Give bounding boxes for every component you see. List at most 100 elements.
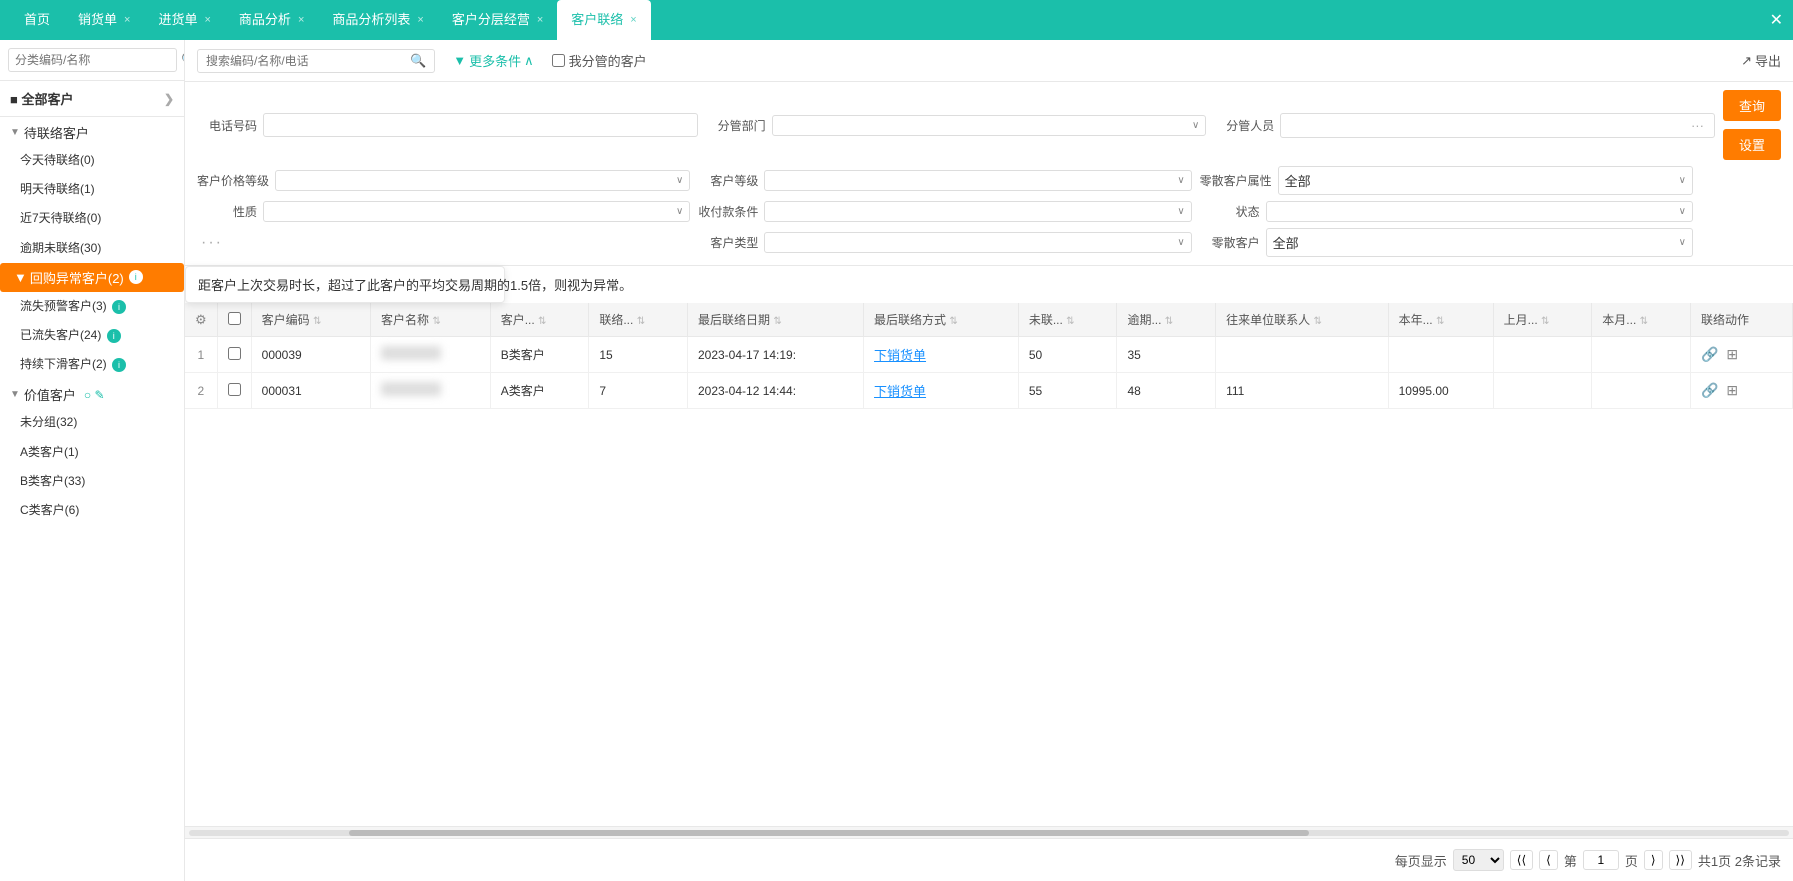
- customer-table-area[interactable]: ⚙ 客户编码 ⇅ 客户名称 ⇅ 客户... ⇅ 联络... ⇅ 最后联络日期 ⇅…: [185, 303, 1793, 826]
- sidebar-item-class-b[interactable]: B类客户(33): [0, 467, 184, 496]
- scrollbar-thumb[interactable]: [349, 830, 1309, 836]
- action-grid-icon-2[interactable]: ⊞: [1726, 382, 1738, 399]
- prev-page-button[interactable]: ⟨: [1539, 850, 1558, 870]
- anomaly-tooltip: 距客户上次交易时长，超过了此客户的平均交易周期的1.5倍，则视为异常。: [185, 266, 505, 303]
- department-select[interactable]: ∨: [772, 115, 1207, 136]
- col-customer-name[interactable]: 客户名称 ⇅: [370, 303, 490, 337]
- nav-home[interactable]: 首页: [10, 0, 64, 40]
- declining-info-icon[interactable]: i: [112, 358, 126, 372]
- sidebar-search-input[interactable]: [8, 48, 177, 72]
- nav-customer-contact[interactable]: 客户联络 ×: [557, 0, 650, 40]
- col-settings[interactable]: ⚙: [185, 303, 217, 337]
- close-customer-contact-tab[interactable]: ×: [630, 0, 636, 40]
- scattered-attr-select[interactable]: 全部 ∨: [1278, 166, 1693, 195]
- per-page-select[interactable]: 50 100 200: [1453, 849, 1504, 871]
- row-actions-2: 🔗 ⊞: [1690, 373, 1792, 409]
- close-product-analysis-list-tab[interactable]: ×: [417, 0, 423, 40]
- col-this-month[interactable]: 本月... ⇅: [1592, 303, 1691, 337]
- table-settings-icon[interactable]: ⚙: [195, 312, 207, 327]
- last-page-button[interactable]: ⟩⟩: [1669, 850, 1692, 870]
- sidebar-search-area: 🔍: [0, 40, 184, 81]
- nature-select[interactable]: ∨: [263, 201, 690, 222]
- page-number-input[interactable]: [1583, 850, 1619, 870]
- settings-button[interactable]: 设置: [1723, 129, 1781, 160]
- col-contact-count[interactable]: 联络... ⇅: [589, 303, 688, 337]
- sidebar-item-7days[interactable]: 近7天待联络(0): [0, 204, 184, 233]
- row-checkbox-2[interactable]: [217, 373, 251, 409]
- price-level-select[interactable]: ∨: [275, 170, 690, 191]
- price-level-chevron-icon: ∨: [676, 175, 683, 186]
- close-all-button[interactable]: ✕: [1770, 10, 1783, 30]
- row-last-method-2[interactable]: 下销货单: [864, 373, 1019, 409]
- sidebar-collapse-button[interactable]: ❯: [164, 92, 174, 106]
- close-customer-tier-tab[interactable]: ×: [537, 0, 543, 40]
- row-contact-person-1: [1216, 337, 1389, 373]
- action-link-icon-2[interactable]: 🔗: [1701, 382, 1718, 399]
- query-button[interactable]: 查询: [1723, 90, 1781, 121]
- col-last-contact-date[interactable]: 最后联络日期 ⇅: [687, 303, 863, 337]
- sidebar-item-class-c[interactable]: C类客户(6): [0, 496, 184, 525]
- sidebar-item-declining[interactable]: 持续下滑客户(2) i: [0, 350, 184, 379]
- horizontal-scrollbar[interactable]: [185, 826, 1793, 838]
- row-last-method-1[interactable]: 下销货单: [864, 337, 1019, 373]
- export-button[interactable]: ↗ 导出: [1741, 51, 1781, 70]
- my-customers-checkbox[interactable]: [552, 54, 565, 67]
- more-conditions-button[interactable]: ▼ 更多条件 ∧: [445, 48, 541, 73]
- col-customer-code[interactable]: 客户编码 ⇅: [251, 303, 370, 337]
- repurchase-anomaly-info-icon[interactable]: i: [129, 270, 143, 284]
- col-overdue[interactable]: 逾期... ⇅: [1117, 303, 1216, 337]
- close-product-analysis-tab[interactable]: ×: [298, 0, 304, 40]
- col-uncontacted[interactable]: 未联... ⇅: [1018, 303, 1117, 337]
- customer-level-select[interactable]: ∨: [764, 170, 1191, 191]
- sidebar-item-today[interactable]: 今天待联络(0): [0, 146, 184, 175]
- more-filters-dots[interactable]: ···: [197, 234, 227, 252]
- value-customers-edit-icon[interactable]: ○ ✎: [84, 388, 105, 402]
- search-input[interactable]: [206, 54, 406, 68]
- action-link-icon-1[interactable]: 🔗: [1701, 346, 1718, 363]
- nav-product-analysis[interactable]: 商品分析 ×: [225, 0, 318, 40]
- col-this-year[interactable]: 本年... ⇅: [1388, 303, 1493, 337]
- sidebar-item-overdue[interactable]: 逾期未联络(30): [0, 234, 184, 263]
- sidebar-all-customers-header[interactable]: ■ 全部客户 ❯: [0, 81, 184, 117]
- sidebar-item-tomorrow[interactable]: 明天待联络(1): [0, 175, 184, 204]
- next-page-button[interactable]: ⟩: [1644, 850, 1663, 870]
- churned-info-icon[interactable]: i: [107, 329, 121, 343]
- nav-product-analysis-list[interactable]: 商品分析列表 ×: [318, 0, 437, 40]
- section-value-customers[interactable]: ▼ 价值客户 ○ ✎: [0, 379, 184, 408]
- action-grid-icon-1[interactable]: ⊞: [1726, 346, 1738, 363]
- close-purchase-tab[interactable]: ×: [204, 0, 210, 40]
- top-navigation: 首页 销货单 × 进货单 × 商品分析 × 商品分析列表 × 客户分层经营 × …: [0, 0, 1793, 40]
- sidebar-item-class-a[interactable]: A类客户(1): [0, 438, 184, 467]
- table-row: 2 000031 A类客户 7 2023-04-12 14:44: 下销货单 5…: [185, 373, 1793, 409]
- row-code-2: 000031: [251, 373, 370, 409]
- col-customer-type[interactable]: 客户... ⇅: [490, 303, 589, 337]
- row-code-1: 000039: [251, 337, 370, 373]
- sidebar-item-churned[interactable]: 已流失客户(24) i: [0, 321, 184, 350]
- phone-input[interactable]: [263, 113, 698, 137]
- section-pending-contact[interactable]: ▼ 待联络客户: [0, 117, 184, 146]
- close-sales-tab[interactable]: ×: [124, 0, 130, 40]
- sidebar-item-ungrouped[interactable]: 未分组(32): [0, 408, 184, 437]
- filter-price-level: 客户价格等级 ∨: [197, 170, 690, 191]
- col-last-month[interactable]: 上月... ⇅: [1493, 303, 1592, 337]
- section-repurchase-anomaly[interactable]: ▼ 回购异常客户(2) i: [0, 263, 184, 292]
- col-checkbox-all[interactable]: [217, 303, 251, 337]
- scattered-customer-select[interactable]: 全部 ∨: [1266, 228, 1693, 257]
- status-select[interactable]: ∨: [1266, 201, 1693, 222]
- payment-select[interactable]: ∨: [764, 201, 1191, 222]
- sidebar-item-churn-warning[interactable]: 流失预警客户(3) i: [0, 292, 184, 321]
- nav-sales[interactable]: 销货单 ×: [64, 0, 144, 40]
- my-customers-checkbox-label[interactable]: 我分管的客户: [552, 51, 647, 70]
- nav-purchase[interactable]: 进货单 ×: [144, 0, 224, 40]
- filter-customer-type: 客户类型 ∨: [698, 232, 1191, 253]
- churn-warning-info-icon[interactable]: i: [112, 300, 126, 314]
- first-page-button[interactable]: ⟨⟨: [1510, 850, 1533, 870]
- manager-select[interactable]: ···: [1280, 113, 1715, 138]
- nav-customer-tier[interactable]: 客户分层经营 ×: [438, 0, 557, 40]
- select-all-checkbox[interactable]: [228, 312, 241, 325]
- col-contact-person[interactable]: 往来单位联系人 ⇅: [1216, 303, 1389, 337]
- row-contact-person-2: 111: [1216, 373, 1389, 409]
- customer-type-select[interactable]: ∨: [764, 232, 1191, 253]
- row-checkbox-1[interactable]: [217, 337, 251, 373]
- col-last-contact-method[interactable]: 最后联络方式 ⇅: [864, 303, 1019, 337]
